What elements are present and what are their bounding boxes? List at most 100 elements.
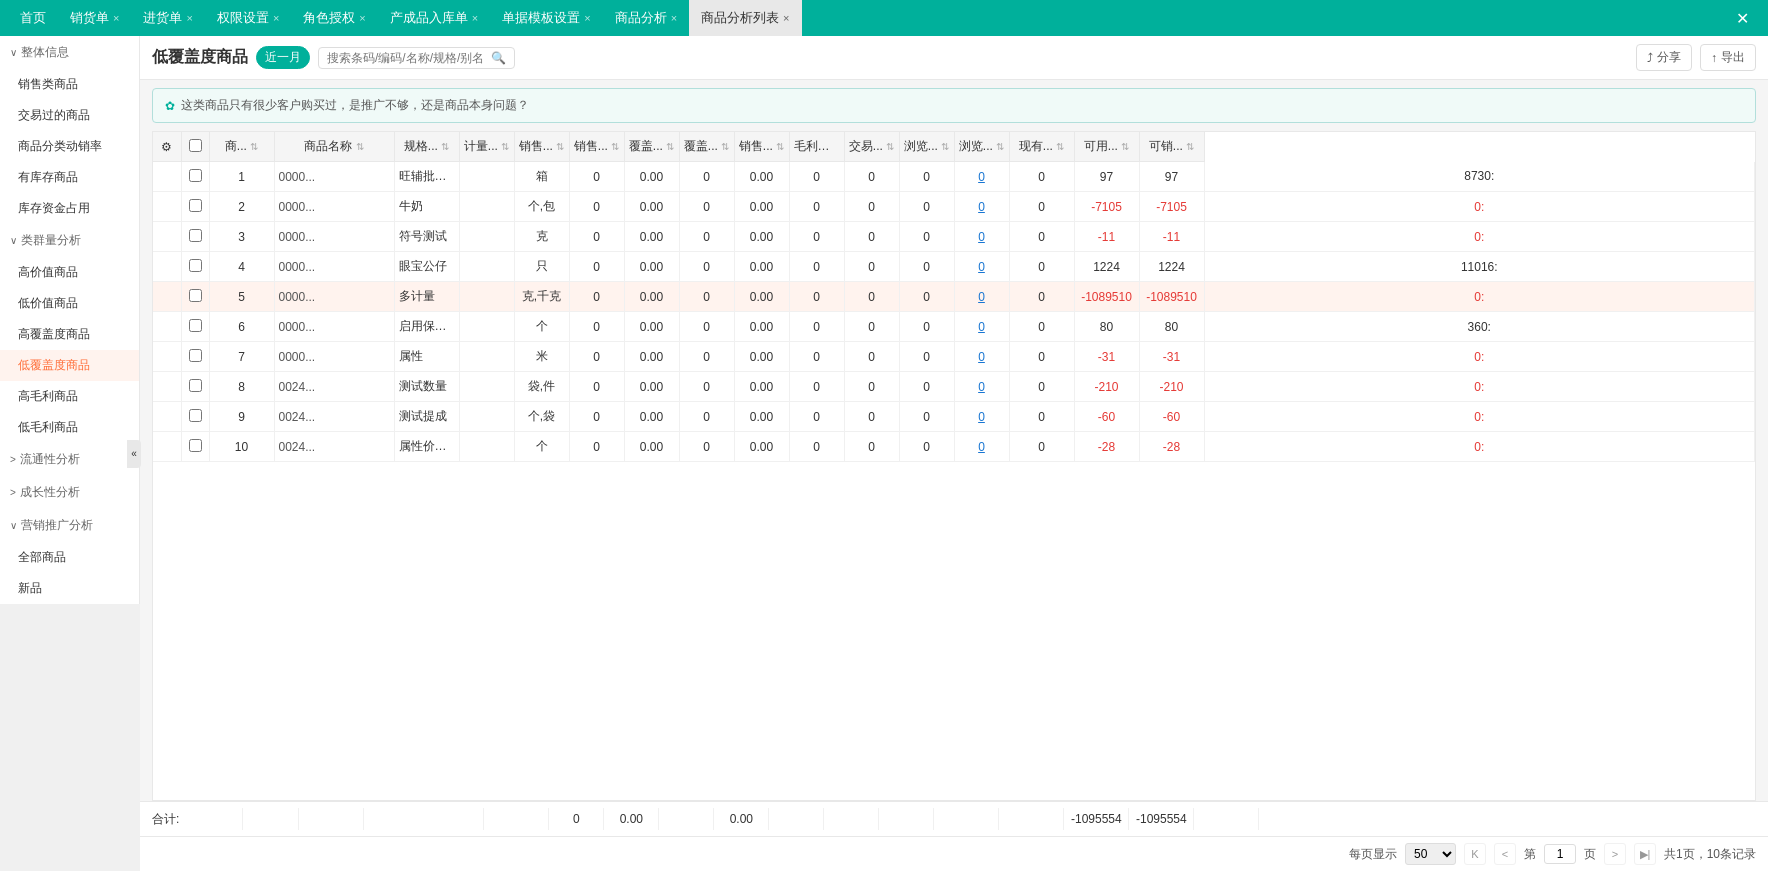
nav-purchase[interactable]: 进货单 × — [131, 0, 204, 36]
prev-page-button[interactable]: < — [1494, 843, 1516, 865]
nav-sales[interactable]: 销货单 × — [58, 0, 131, 36]
row-checkbox-1[interactable] — [189, 199, 202, 212]
first-page-button[interactable]: K — [1464, 843, 1486, 865]
cell-browse1-1[interactable]: 0 — [954, 192, 1009, 222]
sidebar-collapse-button[interactable]: « — [127, 440, 141, 468]
sidebar-item-all-products[interactable]: 全部商品 — [0, 542, 139, 573]
sidebar-item-high-margin[interactable]: 高毛利商品 — [0, 381, 139, 412]
share-button[interactable]: ⤴ 分享 — [1636, 44, 1692, 71]
table-wrapper[interactable]: ⚙ 商... ⇅ 商品名称 ⇅ 规格... ⇅ 计量... ⇅ 销售... ⇅ … — [152, 131, 1756, 801]
th-current[interactable]: 现有... ⇅ — [1009, 132, 1074, 162]
collapse-icon: « — [131, 448, 137, 459]
row-checkbox-5[interactable] — [189, 319, 202, 332]
search-input[interactable] — [327, 51, 487, 65]
th-avail[interactable]: 可用... ⇅ — [1074, 132, 1139, 162]
nav-products-close[interactable]: × — [472, 0, 478, 36]
cell-browse1-8[interactable]: 0 — [954, 402, 1009, 432]
th-cover2[interactable]: 覆盖... ⇅ — [679, 132, 734, 162]
next-page-button[interactable]: > — [1604, 843, 1626, 865]
nav-templates-close[interactable]: × — [584, 0, 590, 36]
nav-templates[interactable]: 单据模板设置 × — [490, 0, 602, 36]
th-code[interactable]: 商... ⇅ — [209, 132, 274, 162]
row-checkbox-7[interactable] — [189, 379, 202, 392]
search-icon[interactable]: 🔍 — [491, 51, 506, 65]
nav-sales-close[interactable]: × — [113, 0, 119, 36]
cell-browse1-7[interactable]: 0 — [954, 372, 1009, 402]
cell-spec-2 — [459, 222, 514, 252]
cell-name-0: 旺辅批次测试 — [394, 162, 459, 192]
sidebar-item-low-value[interactable]: 低价值商品 — [0, 288, 139, 319]
th-sell-days[interactable]: 销售... ⇅ — [734, 132, 789, 162]
sidebar-item-high-coverage[interactable]: 高覆盖度商品 — [0, 319, 139, 350]
th-browse2[interactable]: 浏览... ⇅ — [954, 132, 1009, 162]
th-sales-count[interactable]: 销售... ⇅ — [514, 132, 569, 162]
cell-sellable-4: 0: — [1204, 282, 1755, 312]
sidebar-section-growth[interactable]: > 成长性分析 — [0, 476, 139, 509]
sidebar-item-traded-products[interactable]: 交易过的商品 — [0, 100, 139, 131]
cell-unit-4: 克,千克 — [514, 282, 569, 312]
cell-browse1-0[interactable]: 0 — [954, 162, 1009, 192]
row-checkbox-3[interactable] — [189, 259, 202, 272]
cell-browse1-5[interactable]: 0 — [954, 312, 1009, 342]
sidebar-section-overall[interactable]: ∨ 整体信息 — [0, 36, 139, 69]
sort-spec-icon: ⇅ — [441, 141, 449, 152]
row-checkbox-2[interactable] — [189, 229, 202, 242]
th-margin[interactable]: 毛利率 ⇅ — [789, 132, 844, 162]
nav-analysis[interactable]: 商品分析 × — [603, 0, 689, 36]
cell-browse1-3[interactable]: 0 — [954, 252, 1009, 282]
date-filter-button[interactable]: 近一月 — [256, 46, 310, 69]
page-size-select[interactable]: 20 50 100 — [1405, 843, 1456, 865]
window-close-button[interactable]: ✕ — [1724, 0, 1760, 36]
nav-analysis-list-close[interactable]: × — [783, 0, 789, 36]
cell-browse1-6[interactable]: 0 — [954, 342, 1009, 372]
row-checkbox-0[interactable] — [189, 169, 202, 182]
nav-home[interactable]: 首页 — [8, 0, 58, 36]
th-unit[interactable]: 计量... ⇅ — [459, 132, 514, 162]
th-spec[interactable]: 规格... ⇅ — [394, 132, 459, 162]
nav-products[interactable]: 产成品入库单 × — [378, 0, 490, 36]
sidebar-section-cluster[interactable]: ∨ 类群量分析 — [0, 224, 139, 257]
table-row: 7 0000... 属性 米 0 0.00 0 0.00 0 0 0 0 0 -… — [153, 342, 1755, 372]
cell-sell-days-6: 0 — [789, 342, 844, 372]
th-cover1[interactable]: 覆盖... ⇅ — [624, 132, 679, 162]
row-checkbox-6[interactable] — [189, 349, 202, 362]
cell-browse1-2[interactable]: 0 — [954, 222, 1009, 252]
row-checkbox-8[interactable] — [189, 409, 202, 422]
select-all-checkbox[interactable] — [189, 139, 202, 152]
th-sales-amt[interactable]: 销售... ⇅ — [569, 132, 624, 162]
last-page-button[interactable]: ▶| — [1634, 843, 1656, 865]
nav-purchase-close[interactable]: × — [186, 0, 192, 36]
th-sellable[interactable]: 可销... ⇅ — [1139, 132, 1204, 162]
nav-roles[interactable]: 角色授权 × — [291, 0, 377, 36]
sidebar-item-low-coverage[interactable]: 低覆盖度商品 — [0, 350, 139, 381]
th-browse1[interactable]: 浏览... ⇅ — [899, 132, 954, 162]
sidebar-item-stock-products[interactable]: 有库存商品 — [0, 162, 139, 193]
sidebar-item-stock-capital[interactable]: 库存资金占用 — [0, 193, 139, 224]
cell-browse1-4[interactable]: 0 — [954, 282, 1009, 312]
th-tx[interactable]: 交易... ⇅ — [844, 132, 899, 162]
nav-analysis-list[interactable]: 商品分析列表 × — [689, 0, 801, 36]
sidebar-item-low-margin[interactable]: 低毛利商品 — [0, 412, 139, 443]
nav-analysis-close[interactable]: × — [671, 0, 677, 36]
nav-roles-close[interactable]: × — [359, 0, 365, 36]
th-name[interactable]: 商品名称 ⇅ — [274, 132, 394, 162]
export-button[interactable]: ↑ 导出 — [1700, 44, 1756, 71]
row-checkbox-9[interactable] — [189, 439, 202, 452]
page-number-input[interactable] — [1544, 844, 1576, 864]
cell-cover1-8: 0 — [679, 402, 734, 432]
cell-browse1-9[interactable]: 0 — [954, 432, 1009, 462]
sidebar-item-high-value[interactable]: 高价值商品 — [0, 257, 139, 288]
footer-empty3 — [299, 808, 364, 830]
sidebar-section-flow[interactable]: > 流通性分析 — [0, 443, 139, 476]
row-checkbox-4[interactable] — [189, 289, 202, 302]
sidebar-item-new-products[interactable]: 新品 — [0, 573, 139, 604]
nav-permissions-close[interactable]: × — [273, 0, 279, 36]
cell-sell-days-9: 0 — [789, 432, 844, 462]
cell-unit-7: 袋,件 — [514, 372, 569, 402]
th-settings[interactable]: ⚙ — [153, 132, 181, 162]
sidebar-item-sales-products[interactable]: 销售类商品 — [0, 69, 139, 100]
sidebar-section-marketing[interactable]: ∨ 营销推广分析 — [0, 509, 139, 542]
cell-sellable-7: 0: — [1204, 372, 1755, 402]
sidebar-item-category-rate[interactable]: 商品分类动销率 — [0, 131, 139, 162]
nav-permissions[interactable]: 权限设置 × — [205, 0, 291, 36]
